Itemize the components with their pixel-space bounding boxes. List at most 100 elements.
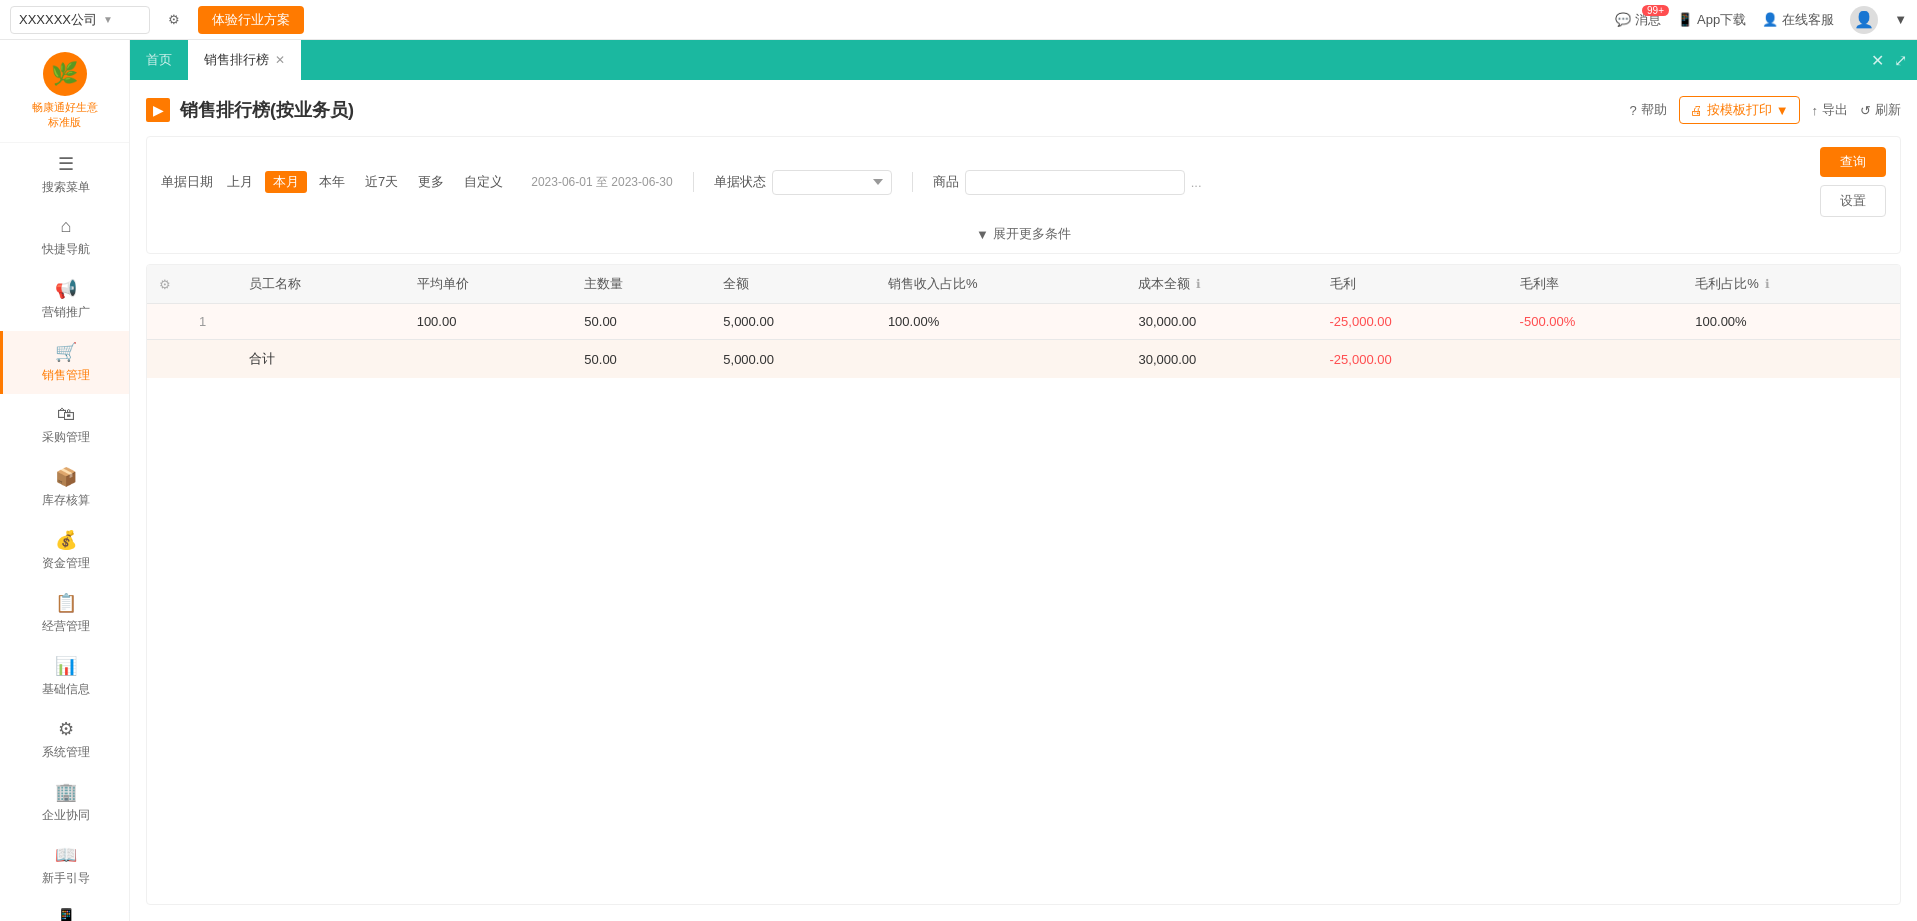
online-service-button[interactable]: 👤 在线客服 (1762, 11, 1834, 29)
page-header: ▶ 销售排行榜(按业务员) ? 帮助 🖨 按模板打印 ▼ (146, 96, 1901, 124)
sidebar-item-marketing[interactable]: 📢 营销推广 (0, 268, 129, 331)
print-arrow-icon: ▼ (1776, 103, 1789, 118)
sidebar-item-funds[interactable]: 💰 资金管理 (0, 519, 129, 582)
home-icon: ⌂ (61, 216, 72, 237)
sidebar-item-quick-nav[interactable]: ⌂ 快捷导航 (0, 206, 129, 268)
tab-sales-rank[interactable]: 销售排行榜 ✕ (188, 40, 301, 80)
tab-close-all-button[interactable]: ✕ (1871, 51, 1884, 70)
inventory-icon: 📦 (55, 466, 77, 488)
date-tab-prev-month[interactable]: 上月 (219, 171, 261, 193)
col-profit: 毛利 (1318, 265, 1508, 304)
profit-pct-info-icon[interactable]: ℹ (1765, 277, 1770, 291)
expand-button[interactable]: ▼ 展开更多条件 (976, 225, 1071, 243)
goods-input[interactable] (965, 170, 1185, 195)
goods-more-button[interactable]: ... (1191, 175, 1202, 190)
service-icon: 👤 (1762, 12, 1778, 27)
status-select[interactable] (772, 170, 892, 195)
top-settings-button[interactable]: ⚙ (160, 6, 188, 34)
sidebar-item-corp[interactable]: 🏢 企业协同 (0, 771, 129, 834)
row-profit: -25,000.00 (1318, 304, 1508, 340)
print-icon: 🖨 (1690, 103, 1703, 118)
refresh-button[interactable]: ↺ 刷新 (1860, 101, 1901, 119)
tab-close-icon[interactable]: ✕ (275, 53, 285, 67)
sidebar-basic-label: 基础信息 (42, 681, 90, 698)
sidebar-item-system[interactable]: ⚙ 系统管理 (0, 708, 129, 771)
export-button[interactable]: ↑ 导出 (1812, 101, 1849, 119)
user-avatar[interactable]: 👤 (1850, 6, 1878, 34)
sidebar-item-guide[interactable]: 📖 新手引导 (0, 834, 129, 897)
sidebar-item-basic[interactable]: 📊 基础信息 (0, 645, 129, 708)
ops-icon: 📋 (55, 592, 77, 614)
tab-bar: 首页 销售排行榜 ✕ ✕ ⤢ (130, 40, 1917, 80)
trial-button[interactable]: 体验行业方案 (198, 6, 304, 34)
row-cost: 30,000.00 (1126, 304, 1317, 340)
tab-home[interactable]: 首页 (130, 40, 188, 80)
app-download-label: App下载 (1697, 11, 1746, 29)
sidebar-item-appcenter[interactable]: 📱 应用中心 (0, 897, 129, 921)
status-filter: 单据状态 (714, 170, 892, 195)
export-icon: ↑ (1812, 103, 1819, 118)
query-button[interactable]: 查询 (1820, 147, 1886, 177)
data-table: ⚙ 员工名称 平均单价 主数量 全额 销售收入占比% 成本全额 ℹ (147, 265, 1900, 378)
sidebar-item-ops[interactable]: 📋 经营管理 (0, 582, 129, 645)
date-tab-this-year[interactable]: 本年 (311, 171, 353, 193)
date-filter: 单据日期 上月 本月 本年 近7天 更多 自定义 (161, 171, 511, 193)
sidebar-item-purchase[interactable]: 🛍 采购管理 (0, 394, 129, 456)
collapse-panel-button[interactable]: ▶ (146, 98, 170, 122)
message-button[interactable]: 💬 消息 99+ (1615, 11, 1661, 29)
date-tab-more[interactable]: 更多 (410, 171, 452, 193)
column-settings-icon[interactable]: ⚙ (159, 277, 171, 292)
top-bar: XXXXXX公司 ▼ ⚙ 体验行业方案 💬 消息 99+ 📱 App下载 👤 在… (0, 0, 1917, 40)
table-row: 1 100.00 50.00 5,000.00 100.00% 30,000.0… (147, 304, 1900, 340)
col-cost: 成本全额 ℹ (1126, 265, 1317, 304)
logo-text: 畅康通好生意 标准版 (32, 100, 98, 130)
date-tabs: 上月 本月 本年 近7天 更多 自定义 (219, 171, 511, 193)
row-amount: 5,000.00 (711, 304, 876, 340)
col-rank (187, 265, 237, 304)
marketing-icon: 📢 (55, 278, 77, 300)
expand-row: ▼ 展开更多条件 (161, 225, 1886, 243)
help-button[interactable]: ? 帮助 (1629, 101, 1666, 119)
download-icon: 📱 (1677, 12, 1693, 27)
row-profit-pct: 100.00% (1683, 304, 1900, 340)
user-name[interactable]: ▼ (1894, 12, 1907, 27)
table-header-row: ⚙ 员工名称 平均单价 主数量 全额 销售收入占比% 成本全额 ℹ (147, 265, 1900, 304)
filter-divider-2 (912, 172, 913, 192)
sidebar-sales-label: 销售管理 (42, 367, 90, 384)
date-tab-custom[interactable]: 自定义 (456, 171, 511, 193)
app-download-button[interactable]: 📱 App下载 (1677, 11, 1746, 29)
data-table-wrapper: ⚙ 员工名称 平均单价 主数量 全额 销售收入占比% 成本全额 ℹ (146, 264, 1901, 905)
filter-bar: 单据日期 上月 本月 本年 近7天 更多 自定义 2023-06-0 (146, 136, 1901, 254)
print-button[interactable]: 🖨 按模板打印 ▼ (1679, 96, 1800, 124)
tab-bar-right: ✕ ⤢ (1871, 51, 1917, 70)
sidebar-item-search[interactable]: ☰ 搜索菜单 (0, 143, 129, 206)
footer-amount: 5,000.00 (711, 340, 876, 379)
corp-icon: 🏢 (55, 781, 77, 803)
cost-info-icon[interactable]: ℹ (1196, 277, 1201, 291)
goods-label: 商品 (933, 173, 959, 191)
footer-profit-rate (1508, 340, 1684, 379)
export-label: 导出 (1822, 101, 1848, 119)
settings-side-button[interactable]: 设置 (1820, 185, 1886, 217)
col-name: 员工名称 (237, 265, 405, 304)
date-tab-last7[interactable]: 近7天 (357, 171, 406, 193)
sidebar-marketing-label: 营销推广 (42, 304, 90, 321)
funds-icon: 💰 (55, 529, 77, 551)
tab-expand-button[interactable]: ⤢ (1894, 51, 1907, 70)
date-tab-this-month[interactable]: 本月 (265, 171, 307, 193)
sidebar-item-inventory[interactable]: 📦 库存核算 (0, 456, 129, 519)
company-name: XXXXXX公司 (19, 11, 97, 29)
sidebar-item-sales[interactable]: 🛒 销售管理 (0, 331, 129, 394)
company-arrow-icon: ▼ (103, 14, 113, 25)
table-footer-row: 合计 50.00 5,000.00 30,000.00 -25,000.00 (147, 340, 1900, 379)
col-avg-price: 平均单价 (405, 265, 573, 304)
status-label: 单据状态 (714, 173, 766, 191)
help-icon: ? (1629, 103, 1636, 118)
sidebar-ops-label: 经营管理 (42, 618, 90, 635)
query-actions: 查询 设置 (1820, 147, 1886, 217)
sidebar-purchase-label: 采购管理 (42, 429, 90, 446)
expand-label: 展开更多条件 (993, 225, 1071, 243)
refresh-label: 刷新 (1875, 101, 1901, 119)
date-label: 单据日期 (161, 173, 213, 191)
company-selector[interactable]: XXXXXX公司 ▼ (10, 6, 150, 34)
